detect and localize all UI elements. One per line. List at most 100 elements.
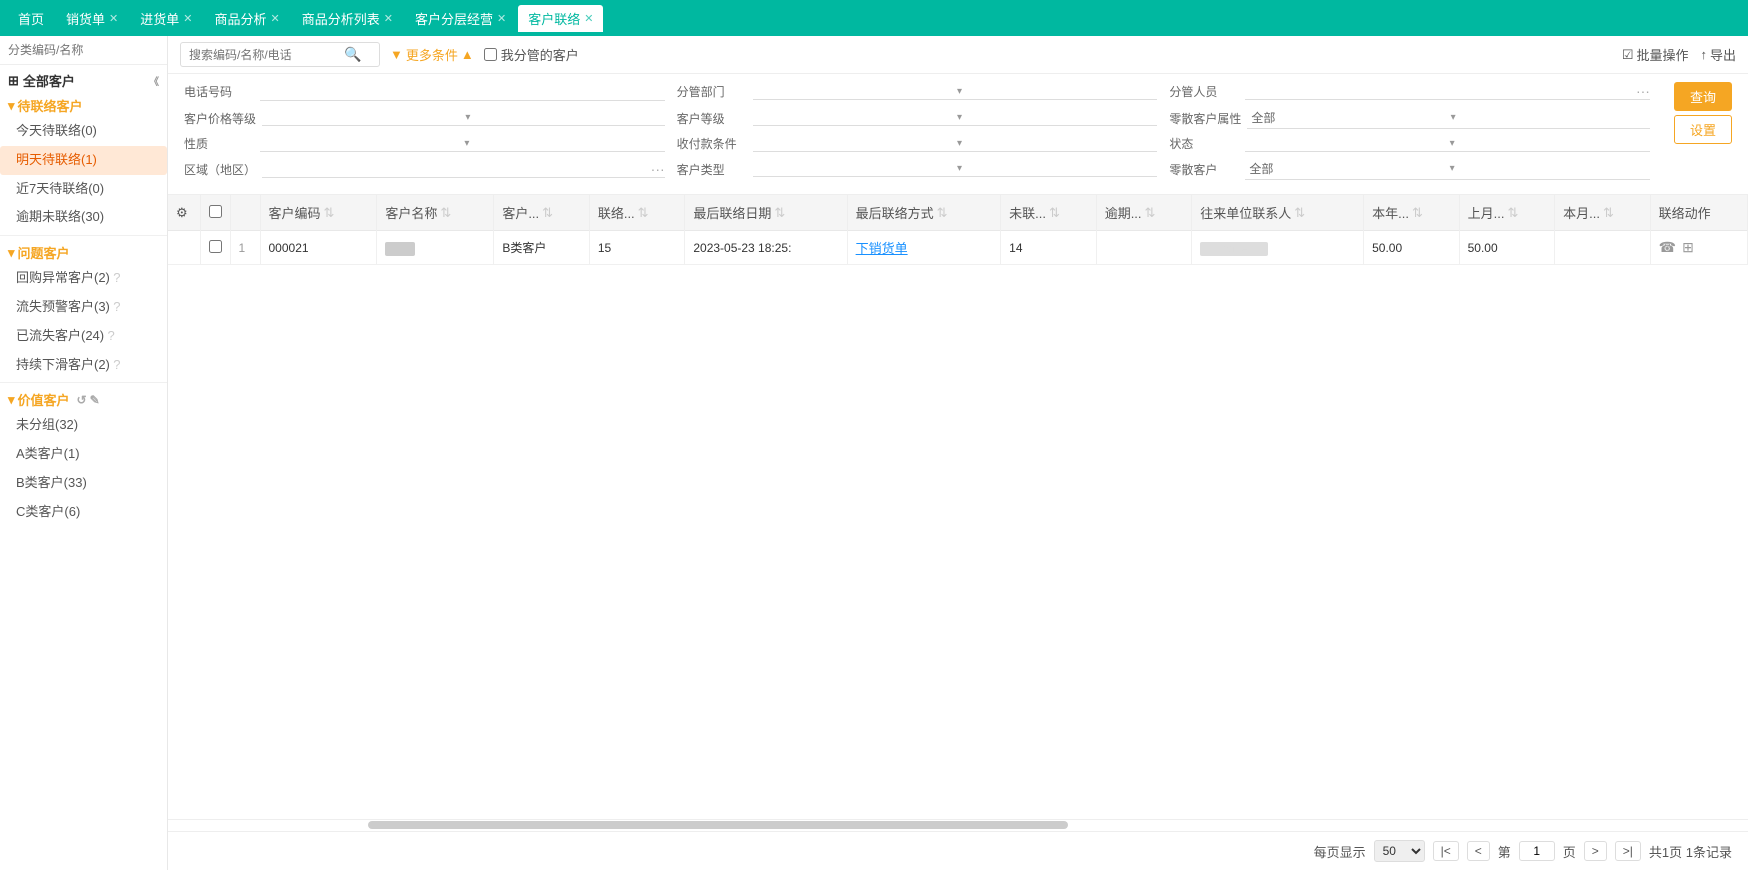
this-year-sort-icon: ⇅	[1412, 205, 1423, 221]
action-icons: ☎ ⊞	[1659, 239, 1739, 256]
action-note-icon[interactable]: ☎	[1659, 239, 1676, 256]
sidebar-item-tomorrow[interactable]: 明天待联络(1)	[0, 146, 167, 175]
filter-manager-dots[interactable]: ···	[1636, 83, 1650, 99]
row-checkbox[interactable]	[209, 240, 222, 253]
sidebar-search-input[interactable]	[8, 43, 163, 57]
sidebar-item-class-a[interactable]: A类客户(1)	[0, 440, 167, 469]
value-edit-icon[interactable]: ✎	[90, 393, 100, 407]
col-this-year[interactable]: 本年... ⇅	[1364, 195, 1460, 231]
sidebar-item-week7[interactable]: 近7天待联络(0)	[0, 175, 167, 204]
nav-goods-analysis-close[interactable]: ✕	[271, 12, 280, 25]
per-page-select[interactable]: 50 100 200	[1374, 840, 1425, 862]
col-last-date[interactable]: 最后联络日期 ⇅	[685, 195, 847, 231]
col-last-method[interactable]: 最后联络方式 ⇅	[847, 195, 1001, 231]
scrollbar-thumb[interactable]	[368, 821, 1068, 829]
filter-payment: 收付款条件 ▾	[677, 135, 1158, 152]
all-customers-label[interactable]: ⊞ 全部客户	[8, 71, 75, 90]
col-gear[interactable]: ⚙	[168, 195, 200, 231]
col-no-contact[interactable]: 未联... ⇅	[1001, 195, 1097, 231]
nav-goods-analysis[interactable]: 商品分析 ✕	[204, 5, 289, 32]
next-page-btn[interactable]: >	[1584, 841, 1607, 861]
nav-purchase-close[interactable]: ✕	[183, 12, 192, 25]
sidebar-item-unclassified[interactable]: 未分组(32)	[0, 411, 167, 440]
col-partner[interactable]: 往来单位联系人 ⇅	[1192, 195, 1364, 231]
nav-goods-analysis-list[interactable]: 商品分析列表 ✕	[292, 5, 403, 32]
query-button[interactable]: 查询	[1674, 82, 1732, 111]
sidebar-item-class-c[interactable]: C类客户(6)	[0, 498, 167, 527]
filter-status-select[interactable]: ▾	[1245, 136, 1650, 152]
nav-customer-contact[interactable]: 客户联络 ✕	[518, 5, 603, 32]
first-page-btn[interactable]: |<	[1433, 841, 1459, 861]
advanced-filter-panel: 电话号码 分管部门 ▾ 分管人员	[168, 74, 1748, 195]
nav-customer-segment[interactable]: 客户分层经营 ✕	[405, 5, 516, 32]
filter-cust-type: 客户类型 ▾	[677, 161, 1158, 178]
nav-home[interactable]: 首页	[8, 5, 54, 32]
sidebar-item-today[interactable]: 今天待联络(0)	[0, 117, 167, 146]
col-name[interactable]: 客户名称 ⇅	[377, 195, 494, 231]
row-last-method-cell[interactable]: 下销货单	[847, 231, 1001, 265]
current-page-input[interactable]	[1519, 841, 1555, 861]
more-conditions-caret: ▲	[461, 47, 474, 62]
problem-triangle: ▾	[8, 245, 15, 261]
sidebar-item-class-b[interactable]: B类客户(33)	[0, 469, 167, 498]
filter-nature: 性质 ▾	[184, 135, 665, 152]
sidebar-item-return-abnormal[interactable]: 回购异常客户(2) ?	[0, 264, 167, 293]
last-page-btn[interactable]: >|	[1615, 841, 1641, 861]
value-refresh-icon[interactable]: ↺	[77, 393, 87, 407]
gear-icon: ⚙	[176, 205, 188, 220]
sidebar-item-overdue[interactable]: 逾期未联络(30)	[0, 203, 167, 232]
prev-page-btn[interactable]: <	[1467, 841, 1490, 861]
sidebar-collapse-icon[interactable]: 《	[149, 73, 159, 88]
select-all-checkbox[interactable]	[209, 205, 222, 218]
filter-bar: 🔍 ▼ 更多条件 ▲ 我分管的客户 ☑ 批量操作 ↑ 导出	[168, 36, 1748, 74]
filter-phone-input[interactable]	[260, 82, 665, 101]
col-code[interactable]: 客户编码 ⇅	[260, 195, 377, 231]
nav-purchase[interactable]: 进货单 ✕	[130, 5, 202, 32]
row-checkbox-cell[interactable]	[200, 231, 230, 265]
per-page-label: 每页显示	[1314, 842, 1366, 861]
nav-goods-list-close[interactable]: ✕	[384, 12, 393, 25]
export-btn[interactable]: ↑ 导出	[1700, 45, 1736, 64]
nature-caret: ▾	[464, 138, 660, 149]
filter-retail-attr-select[interactable]: 全部 ▾	[1247, 107, 1650, 129]
filter-price-select[interactable]: ▾	[262, 110, 665, 126]
retail-attr-caret: ▾	[1451, 112, 1646, 123]
my-customers-check[interactable]	[484, 48, 497, 61]
filter-cust-level-select[interactable]: ▾	[753, 110, 1158, 126]
row-action-cell: ☎ ⊞	[1650, 231, 1747, 265]
more-conditions-btn[interactable]: ▼ 更多条件 ▲	[390, 45, 474, 64]
filter-payment-select[interactable]: ▾	[753, 136, 1158, 152]
overdue-sort-icon: ⇅	[1145, 205, 1156, 221]
sidebar-item-already-lost[interactable]: 已流失客户(24) ?	[0, 322, 167, 351]
col-checkbox[interactable]	[200, 195, 230, 231]
action-grid-icon[interactable]: ⊞	[1682, 239, 1694, 256]
col-this-month[interactable]: 本月... ⇅	[1555, 195, 1651, 231]
col-contact[interactable]: 联络... ⇅	[589, 195, 685, 231]
sidebar-divider-1	[0, 235, 167, 236]
sidebar-item-lost[interactable]: 流失预警客户(3) ?	[0, 293, 167, 322]
main-search-icon[interactable]: 🔍	[344, 46, 361, 63]
filter-retail-select[interactable]: 全部 ▾	[1245, 158, 1650, 180]
horizontal-scrollbar[interactable]	[168, 819, 1748, 831]
col-overdue[interactable]: 逾期... ⇅	[1096, 195, 1192, 231]
filter-dept-select[interactable]: ▾	[753, 84, 1158, 100]
nav-sales[interactable]: 销货单 ✕	[56, 5, 128, 32]
nav-segment-close[interactable]: ✕	[497, 12, 506, 25]
settings-button[interactable]: 设置	[1674, 115, 1732, 144]
nav-contact-close[interactable]: ✕	[584, 12, 593, 25]
filter-region-dots[interactable]: ···	[651, 161, 665, 177]
batch-op-check-icon: ☑	[1622, 47, 1634, 63]
col-type[interactable]: 客户... ⇅	[494, 195, 590, 231]
main-search-input[interactable]	[189, 48, 339, 62]
filter-cust-type-select[interactable]: ▾	[753, 161, 1158, 177]
price-caret: ▾	[465, 112, 660, 123]
col-last-month[interactable]: 上月... ⇅	[1459, 195, 1555, 231]
partner-sort-icon: ⇅	[1294, 205, 1305, 221]
batch-op-btn[interactable]: ☑ 批量操作	[1622, 45, 1689, 64]
sidebar-all-customers-section: ⊞ 全部客户 《	[0, 65, 167, 92]
filter-row-4: 区域（地区） ··· 客户类型 ▾	[184, 158, 1650, 180]
filter-nature-select[interactable]: ▾	[260, 136, 665, 152]
nav-sales-close[interactable]: ✕	[109, 12, 118, 25]
my-customers-checkbox[interactable]: 我分管的客户	[484, 45, 579, 64]
sidebar-item-continue-decline[interactable]: 持续下滑客户(2) ?	[0, 351, 167, 380]
